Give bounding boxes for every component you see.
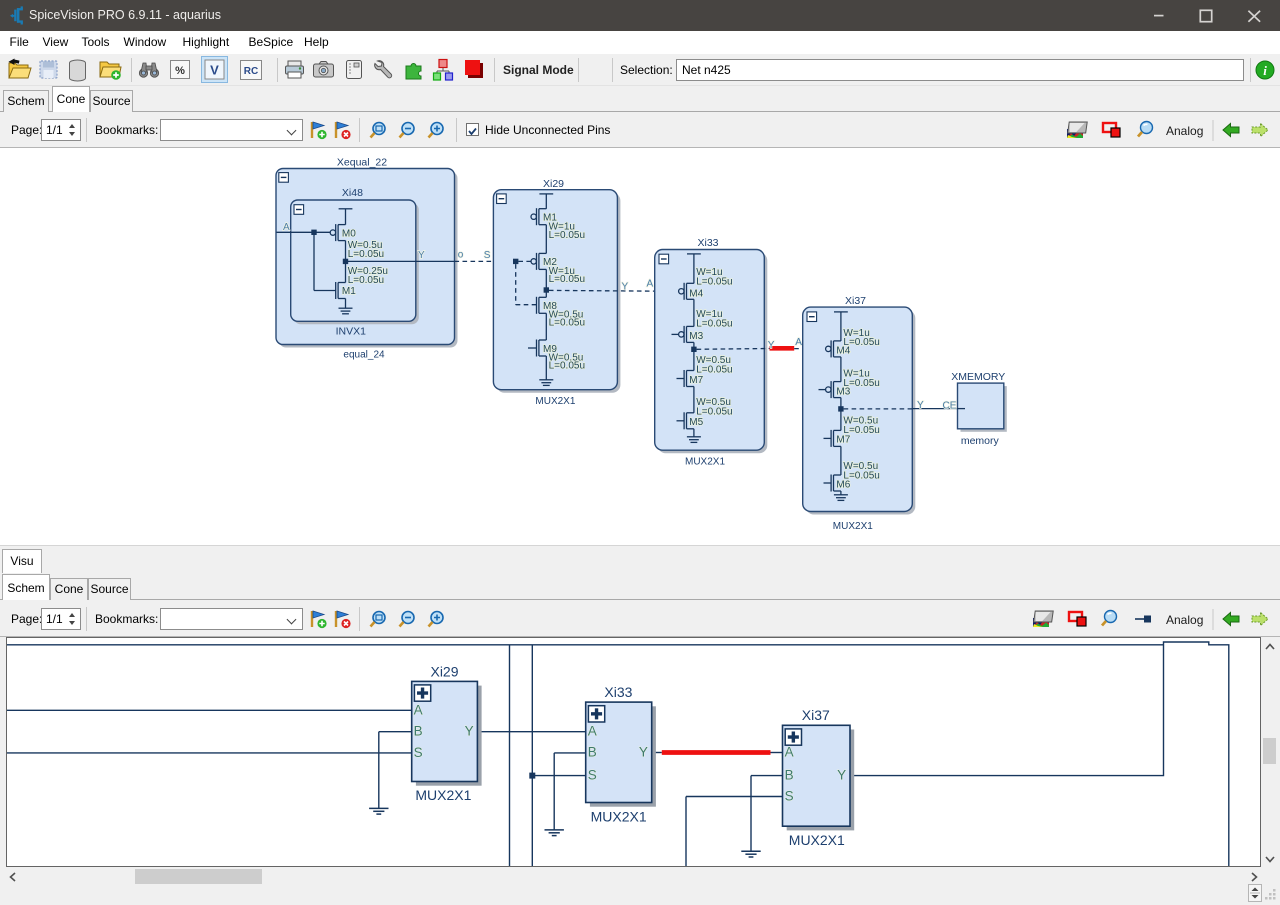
svg-text:Y: Y (837, 767, 846, 782)
svg-text:L=0.05u: L=0.05u (696, 407, 732, 418)
svg-text:M0: M0 (342, 228, 356, 239)
svg-text:M5: M5 (689, 417, 703, 428)
svg-text:L=0.05u: L=0.05u (549, 274, 585, 285)
svg-text:L=0.05u: L=0.05u (549, 230, 585, 241)
svg-text:i: i (1263, 63, 1267, 78)
svg-text:B: B (414, 724, 423, 739)
svg-text:L=0.05u: L=0.05u (549, 317, 585, 328)
svg-text:Analog: Analog (1166, 124, 1203, 138)
svg-text:S: S (785, 788, 794, 803)
svg-text:L=0.05u: L=0.05u (549, 360, 585, 371)
svg-text:equal_24: equal_24 (343, 350, 385, 361)
svg-text:B: B (785, 767, 794, 782)
svg-text:A: A (795, 337, 802, 348)
svg-text:M7: M7 (836, 435, 850, 446)
svg-text:L=0.05u: L=0.05u (348, 275, 384, 286)
svg-text:MUX2X1: MUX2X1 (789, 832, 845, 848)
svg-text:A: A (647, 278, 654, 289)
svg-text:S: S (414, 745, 423, 760)
svg-text:M7: M7 (689, 375, 703, 386)
svg-text:M3: M3 (689, 331, 703, 342)
svg-text:L=0.05u: L=0.05u (696, 364, 732, 375)
svg-text:MUX2X1: MUX2X1 (833, 521, 873, 532)
svg-text:Y: Y (465, 724, 474, 739)
svg-text:S: S (484, 250, 491, 261)
svg-text:Xi33: Xi33 (697, 237, 718, 249)
svg-text:o: o (458, 250, 464, 261)
svg-text:Xi29: Xi29 (543, 178, 564, 190)
svg-text:Analog: Analog (1166, 613, 1203, 627)
svg-text:INVX1: INVX1 (336, 326, 367, 338)
svg-text:A: A (283, 222, 290, 233)
svg-text:memory: memory (961, 435, 1000, 447)
svg-text:M6: M6 (836, 479, 850, 490)
svg-text:S: S (588, 767, 597, 782)
svg-text:L=0.05u: L=0.05u (696, 276, 732, 287)
svg-text:Y: Y (622, 281, 629, 292)
svg-text:L=0.05u: L=0.05u (696, 318, 732, 329)
svg-text:RC: RC (244, 66, 258, 77)
svg-text:V: V (210, 63, 219, 78)
svg-text:CE: CE (943, 400, 957, 411)
svg-text:Xi29: Xi29 (430, 664, 458, 680)
svg-text:M3: M3 (836, 387, 850, 398)
svg-text:Xi37: Xi37 (845, 295, 866, 307)
svg-text:L=0.05u: L=0.05u (348, 249, 384, 260)
svg-text:Y: Y (768, 340, 775, 351)
svg-text:MUX2X1: MUX2X1 (591, 809, 647, 825)
svg-text:Xi33: Xi33 (604, 684, 632, 700)
svg-text:MUX2X1: MUX2X1 (685, 456, 725, 467)
svg-text:Xequal_22: Xequal_22 (337, 156, 387, 168)
svg-text:%: % (175, 65, 185, 77)
svg-text:Y: Y (639, 744, 648, 759)
svg-text:XMEMORY: XMEMORY (951, 371, 1005, 383)
svg-text:A: A (414, 702, 423, 717)
svg-text:A: A (588, 724, 597, 739)
svg-text:MUX2X1: MUX2X1 (415, 787, 471, 803)
svg-text:Xi48: Xi48 (342, 187, 363, 199)
svg-text:M1: M1 (342, 286, 356, 297)
svg-text:Y: Y (917, 400, 924, 411)
svg-text:MUX2X1: MUX2X1 (535, 396, 575, 407)
svg-text:M4: M4 (689, 289, 703, 300)
svg-text:M4: M4 (836, 346, 850, 357)
svg-text:A: A (785, 744, 794, 759)
svg-text:Xi37: Xi37 (802, 707, 830, 723)
svg-text:B: B (588, 745, 597, 760)
svg-text:Y: Y (418, 250, 425, 261)
